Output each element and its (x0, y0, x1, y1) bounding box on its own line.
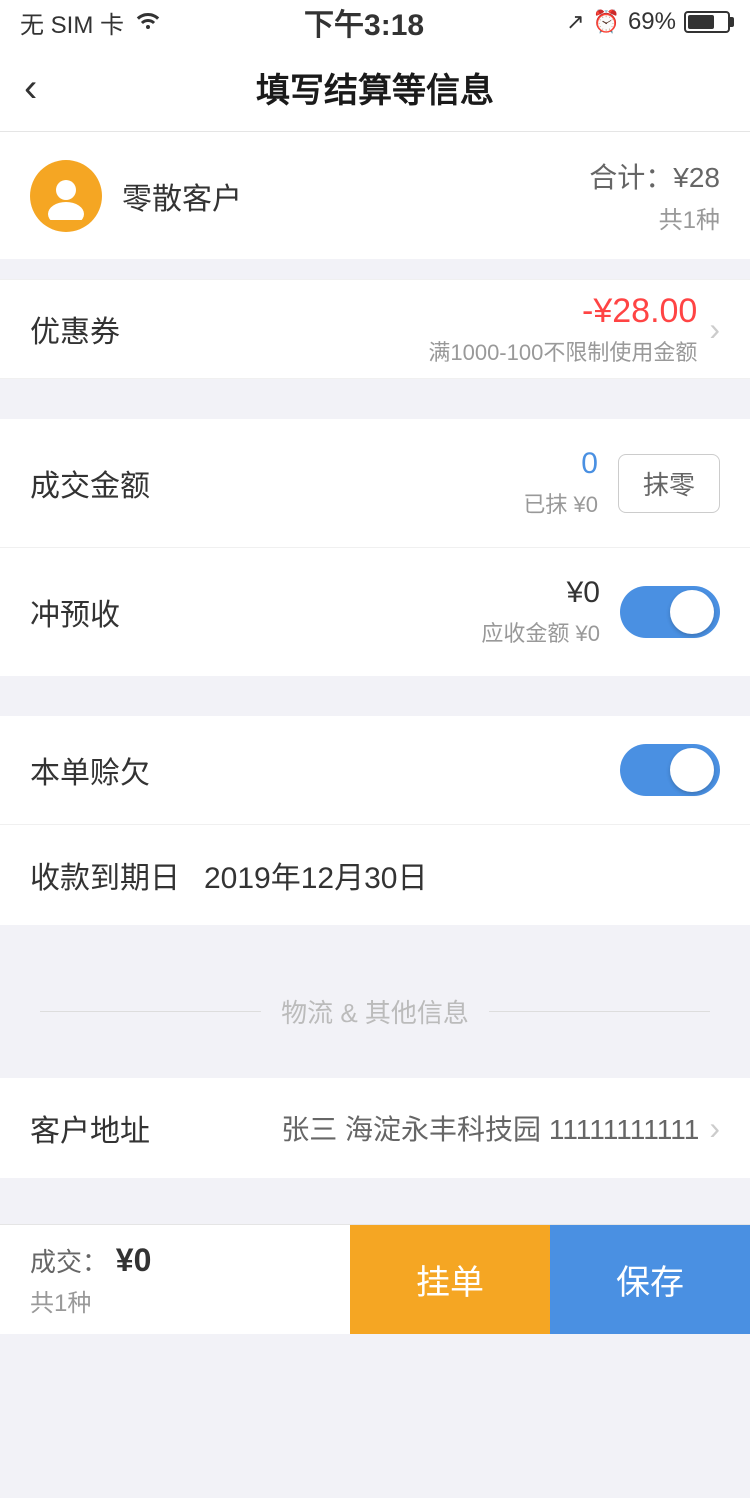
address-value: 张三 海淀永丰科技园 11111111111 (281, 1108, 699, 1148)
wifi-icon (134, 8, 162, 36)
nav-bar: ‹ 填写结算等信息 (0, 44, 750, 132)
credit-row: 本单赊欠 (0, 716, 750, 824)
divider-line-left (40, 1011, 261, 1012)
prepaid-value-block: ¥0 应收金额 ¥0 (481, 576, 600, 648)
status-bar: 无 SIM 卡 下午3:18 ↗ ⏰ 69% (0, 0, 750, 44)
status-right: ↗ ⏰ 69% (566, 8, 730, 36)
back-button[interactable]: ‹ (24, 68, 37, 108)
transaction-value: 0 (523, 447, 598, 481)
prepaid-value: ¥0 (481, 576, 600, 610)
bottom-transaction-label: 成交： (30, 1247, 108, 1277)
transaction-label: 成交金额 (30, 461, 150, 505)
logistics-label: 物流 & 其他信息 (281, 993, 469, 1030)
due-date-value: 2019年12月30日 (204, 853, 427, 897)
customer-name: 零散客户 (122, 174, 242, 218)
customer-left: 零散客户 (30, 160, 242, 232)
prepaid-right: ¥0 应收金额 ¥0 (481, 576, 720, 648)
divider-2 (0, 696, 750, 716)
coupon-label: 优惠券 (30, 307, 120, 351)
transaction-right: 0 已抹 ¥0 抹零 (523, 447, 720, 519)
bottom-amount: ¥0 (116, 1242, 152, 1278)
status-left: 无 SIM 卡 (20, 5, 162, 40)
due-date-label: 收款到期日 (30, 853, 180, 897)
prepaid-label: 冲预收 (30, 590, 120, 634)
customer-count: 共1种 (589, 200, 720, 235)
customer-avatar (30, 160, 102, 232)
bottom-info: 成交： ¥0 共1种 (0, 1225, 350, 1334)
address-right: 张三 海淀永丰科技园 11111111111 › (281, 1108, 720, 1148)
coupon-value-block: -¥28.00 满1000-100不限制使用金额 (428, 292, 697, 367)
due-date-row: 收款到期日 2019年12月30日 (0, 824, 750, 925)
location-icon: ↗ (566, 9, 584, 35)
customer-total: 合计：¥28 (589, 156, 720, 196)
credit-section: 本单赊欠 收款到期日 2019年12月30日 (0, 716, 750, 925)
status-time: 下午3:18 (304, 0, 424, 44)
credit-toggle-thumb (670, 748, 714, 792)
divider-line-right (489, 1011, 710, 1012)
prepaid-toggle[interactable] (620, 586, 720, 638)
address-label: 客户地址 (30, 1106, 150, 1150)
bottom-transaction-line: 成交： ¥0 (30, 1242, 320, 1279)
credit-toggle[interactable] (620, 744, 720, 796)
bottom-count: 共1种 (30, 1283, 320, 1318)
transaction-row: 成交金额 0 已抹 ¥0 抹零 (0, 419, 750, 548)
customer-row: 零散客户 合计：¥28 共1种 (0, 132, 750, 259)
alarm-icon: ⏰ (593, 9, 620, 35)
coupon-discount: -¥28.00 (428, 292, 697, 331)
coupon-row[interactable]: 优惠券 -¥28.00 满1000-100不限制使用金额 › (0, 279, 750, 379)
coupon-section: 优惠券 -¥28.00 满1000-100不限制使用金额 › (0, 279, 750, 379)
divider-4 (0, 1058, 750, 1078)
coupon-chevron-icon: › (709, 313, 720, 345)
page-title: 填写结算等信息 (256, 63, 494, 112)
credit-label: 本单赊欠 (30, 748, 150, 792)
divider-1 (0, 399, 750, 419)
address-chevron-icon: › (709, 1112, 720, 1144)
transaction-section: 成交金额 0 已抹 ¥0 抹零 冲预收 ¥0 应收金额 ¥0 (0, 419, 750, 676)
hang-order-button[interactable]: 挂单 (350, 1225, 550, 1334)
battery-percent: 69% (628, 8, 676, 36)
bottom-bar: 成交： ¥0 共1种 挂单 保存 (0, 1224, 750, 1334)
coupon-right: -¥28.00 满1000-100不限制使用金额 › (428, 292, 720, 367)
toggle-thumb (670, 590, 714, 634)
battery-icon (684, 11, 730, 33)
logistics-divider: 物流 & 其他信息 (0, 965, 750, 1058)
address-row[interactable]: 客户地址 张三 海淀永丰科技园 11111111111 › (0, 1078, 750, 1178)
divider-3 (0, 945, 750, 965)
carrier-label: 无 SIM 卡 (20, 5, 124, 40)
transaction-sub: 已抹 ¥0 (523, 487, 598, 519)
save-button[interactable]: 保存 (550, 1225, 750, 1334)
prepaid-row: 冲预收 ¥0 应收金额 ¥0 (0, 548, 750, 676)
coupon-desc: 满1000-100不限制使用金额 (428, 335, 697, 367)
customer-right: 合计：¥28 共1种 (589, 156, 720, 235)
round-zero-button[interactable]: 抹零 (618, 454, 720, 513)
transaction-value-block: 0 已抹 ¥0 (523, 447, 598, 519)
prepaid-sub: 应收金额 ¥0 (481, 616, 600, 648)
